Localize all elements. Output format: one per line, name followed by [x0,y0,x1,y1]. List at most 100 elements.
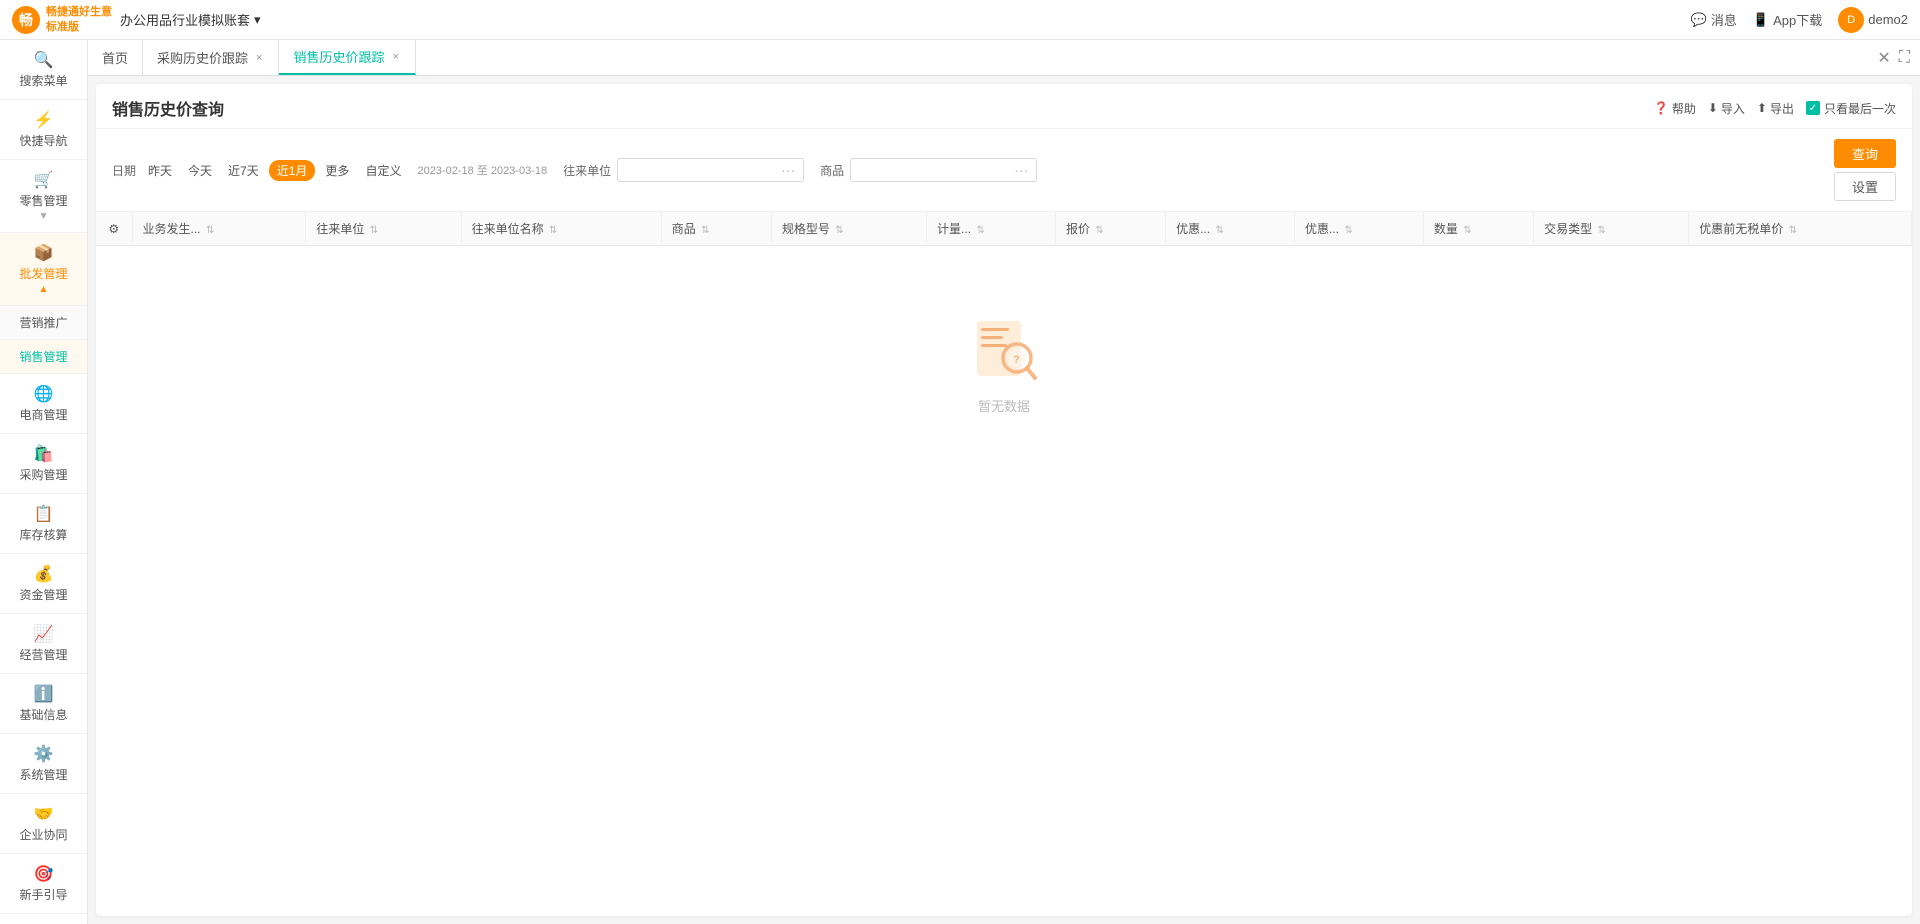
tab-bar: 首页 采购历史价跟踪 × 销售历史价跟踪 × ✕ ⛶ [88,40,1920,76]
th-goods[interactable]: 商品 ⇅ [661,212,771,246]
th-unit[interactable]: 计量... ⇅ [927,212,1056,246]
page-title: 销售历史价查询 [112,96,224,120]
sort-icon-goods: ⇅ [701,225,709,236]
export-button[interactable]: ⬆ 导出 [1757,100,1794,117]
tab-sales-history[interactable]: 销售历史价跟踪 × [279,40,415,75]
sort-icon-trade-type: ⇅ [1597,225,1605,236]
sidebar-item-apps[interactable]: 📱 应用中心 [0,914,87,924]
sidebar-label-operations: 经营管理 [19,646,67,663]
goods-input[interactable] [859,163,1014,177]
th-partner-name[interactable]: 往来单位名称 ⇅ [461,212,661,246]
sidebar-item-search[interactable]: 🔍 搜索菜单 [0,40,87,100]
th-quantity[interactable]: 数量 ⇅ [1423,212,1533,246]
th-biz-date[interactable]: 业务发生... ⇅ [132,212,306,246]
import-button[interactable]: ⬇ 导入 [1708,100,1745,117]
table-header: ⚙ 业务发生... ⇅ 往来单位 ⇅ 往来单位名称 [96,212,1912,246]
sort-icon-unit: ⇅ [976,225,984,236]
query-button[interactable]: 查询 [1834,139,1896,168]
sort-icon-discount1: ⇅ [1215,225,1223,236]
breadcrumb-dropdown[interactable]: 办公用品行业模拟账套 ▾ [120,10,261,29]
sidebar-item-ecommerce[interactable]: 🌐 电商管理 [0,374,87,434]
content-area: 首页 采购历史价跟踪 × 销售历史价跟踪 × ✕ ⛶ 销售历史价查询 [88,40,1920,924]
sidebar-item-enterprise[interactable]: 🤝 企业协同 [0,794,87,854]
empty-state-text: 暂无数据 [978,396,1030,415]
purchase-icon: 🛍️ [34,444,54,464]
sort-icon-quoted-price: ⇅ [1095,225,1103,236]
tab-maximize-icon[interactable]: ⛶ [1899,49,1910,67]
th-discount2[interactable]: 优惠... ⇅ [1295,212,1424,246]
th-partner-code[interactable]: 往来单位 ⇅ [306,212,461,246]
empty-state: ? 暂无数据 [96,246,1912,475]
sort-icon-partner-name: ⇅ [549,225,557,236]
svg-text:?: ? [1013,354,1020,366]
top-bar-left: 畅 畅捷通好生意 标准版 办公用品行业模拟账套 ▾ [12,5,261,34]
sidebar-item-newbie[interactable]: 🎯 新手引导 [0,854,87,914]
sidebar-item-purchase[interactable]: 🛍️ 采购管理 [0,434,87,494]
th-pretax-price[interactable]: 优惠前无税单价 ⇅ [1689,212,1912,246]
top-bar-right: 💬 消息 📱 App下载 D demo2 [1691,7,1908,33]
sidebar-label-shortcut: 快捷导航 [19,132,67,149]
tab-home[interactable]: 首页 [88,40,143,75]
sales-history-tab-close[interactable]: × [390,51,400,63]
data-table: ⚙ 业务发生... ⇅ 往来单位 ⇅ 往来单位名称 [96,212,1912,246]
partner-input[interactable] [626,163,781,177]
partner-filter-group: 往来单位 ··· [563,158,804,182]
th-spec[interactable]: 规格型号 ⇅ [771,212,926,246]
th-trade-type[interactable]: 交易类型 ⇅ [1534,212,1689,246]
date-opt-yesterday[interactable]: 昨天 [142,160,178,181]
tab-purchase-history[interactable]: 采购历史价跟踪 × [143,40,279,75]
sidebar-item-shortcut[interactable]: ⚡ 快捷导航 [0,100,87,160]
import-icon: ⬇ [1708,101,1718,115]
filter-bar: 日期 昨天 今天 近7天 近1月 更多 自定义 2023-02-18 至 202… [96,129,1912,212]
wholesale-icon: 📦 [34,243,54,263]
only-last-checkbox-label[interactable]: ✓ 只看最后一次 [1806,100,1896,117]
sidebar-item-sales-mgmt[interactable]: 销售管理 [0,340,87,374]
sidebar-item-system[interactable]: ⚙️ 系统管理 [0,734,87,794]
app-download-button[interactable]: 📱 App下载 [1753,10,1822,29]
empty-illustration: ? [959,306,1049,396]
only-last-checkbox[interactable]: ✓ [1806,101,1820,115]
basic-icon: ℹ️ [34,684,54,704]
th-discount1[interactable]: 优惠... ⇅ [1166,212,1295,246]
sidebar-item-inventory[interactable]: 📋 库存核算 [0,494,87,554]
export-icon: ⬆ [1757,101,1767,115]
purchase-history-tab-close[interactable]: × [254,52,264,64]
tab-close-all-icon[interactable]: ✕ [1877,48,1890,68]
sidebar-item-basic[interactable]: ℹ️ 基础信息 [0,674,87,734]
sidebar-item-marketing[interactable]: 营销推广 [0,306,87,340]
goods-dots-button[interactable]: ··· [1014,162,1028,178]
sort-icon-discount2: ⇅ [1344,225,1352,236]
sidebar-item-operations[interactable]: 📈 经营管理 [0,614,87,674]
enterprise-icon: 🤝 [34,804,54,824]
inventory-icon: 📋 [34,504,54,524]
message-button[interactable]: 💬 消息 [1691,10,1737,29]
tab-bar-actions: ✕ ⛶ [1867,48,1920,68]
date-opt-custom[interactable]: 自定义 [359,160,407,181]
breadcrumb-text: 办公用品行业模拟账套 [120,10,250,29]
user-menu[interactable]: D demo2 [1838,7,1908,33]
sidebar-item-finance[interactable]: 💰 资金管理 [0,554,87,614]
sidebar-item-wholesale[interactable]: 📦 批发管理 ▲ [0,233,87,306]
sidebar-item-retail[interactable]: 🛒 零售管理 ▼ [0,160,87,233]
th-quoted-price[interactable]: 报价 ⇅ [1055,212,1165,246]
sidebar-label-basic: 基础信息 [19,706,67,723]
date-opt-7days[interactable]: 近7天 [222,160,265,181]
sidebar-label-purchase: 采购管理 [19,466,67,483]
date-opt-more[interactable]: 更多 [319,160,355,181]
partner-dots-button[interactable]: ··· [781,162,795,178]
partner-filter-label: 往来单位 [563,162,611,179]
help-button[interactable]: ❓ 帮助 [1654,100,1696,117]
sidebar-label-inventory: 库存核算 [19,526,67,543]
sort-icon-pretax-price: ⇅ [1789,225,1797,236]
sidebar-label-system: 系统管理 [19,766,67,783]
table-container: ⚙ 业务发生... ⇅ 往来单位 ⇅ 往来单位名称 [96,212,1912,916]
table-header-row: ⚙ 业务发生... ⇅ 往来单位 ⇅ 往来单位名称 [96,212,1912,246]
goods-input-wrap: ··· [850,158,1037,182]
top-bar: 畅 畅捷通好生意 标准版 办公用品行业模拟账套 ▾ 💬 消息 📱 App下载 D… [0,0,1920,40]
newbie-icon: 🎯 [34,864,54,884]
date-opt-1month[interactable]: 近1月 [269,160,316,181]
chevron-up-icon: ▲ [39,284,49,295]
date-opt-today[interactable]: 今天 [182,160,218,181]
th-settings[interactable]: ⚙ [96,212,132,246]
setting-button[interactable]: 设置 [1834,172,1896,201]
